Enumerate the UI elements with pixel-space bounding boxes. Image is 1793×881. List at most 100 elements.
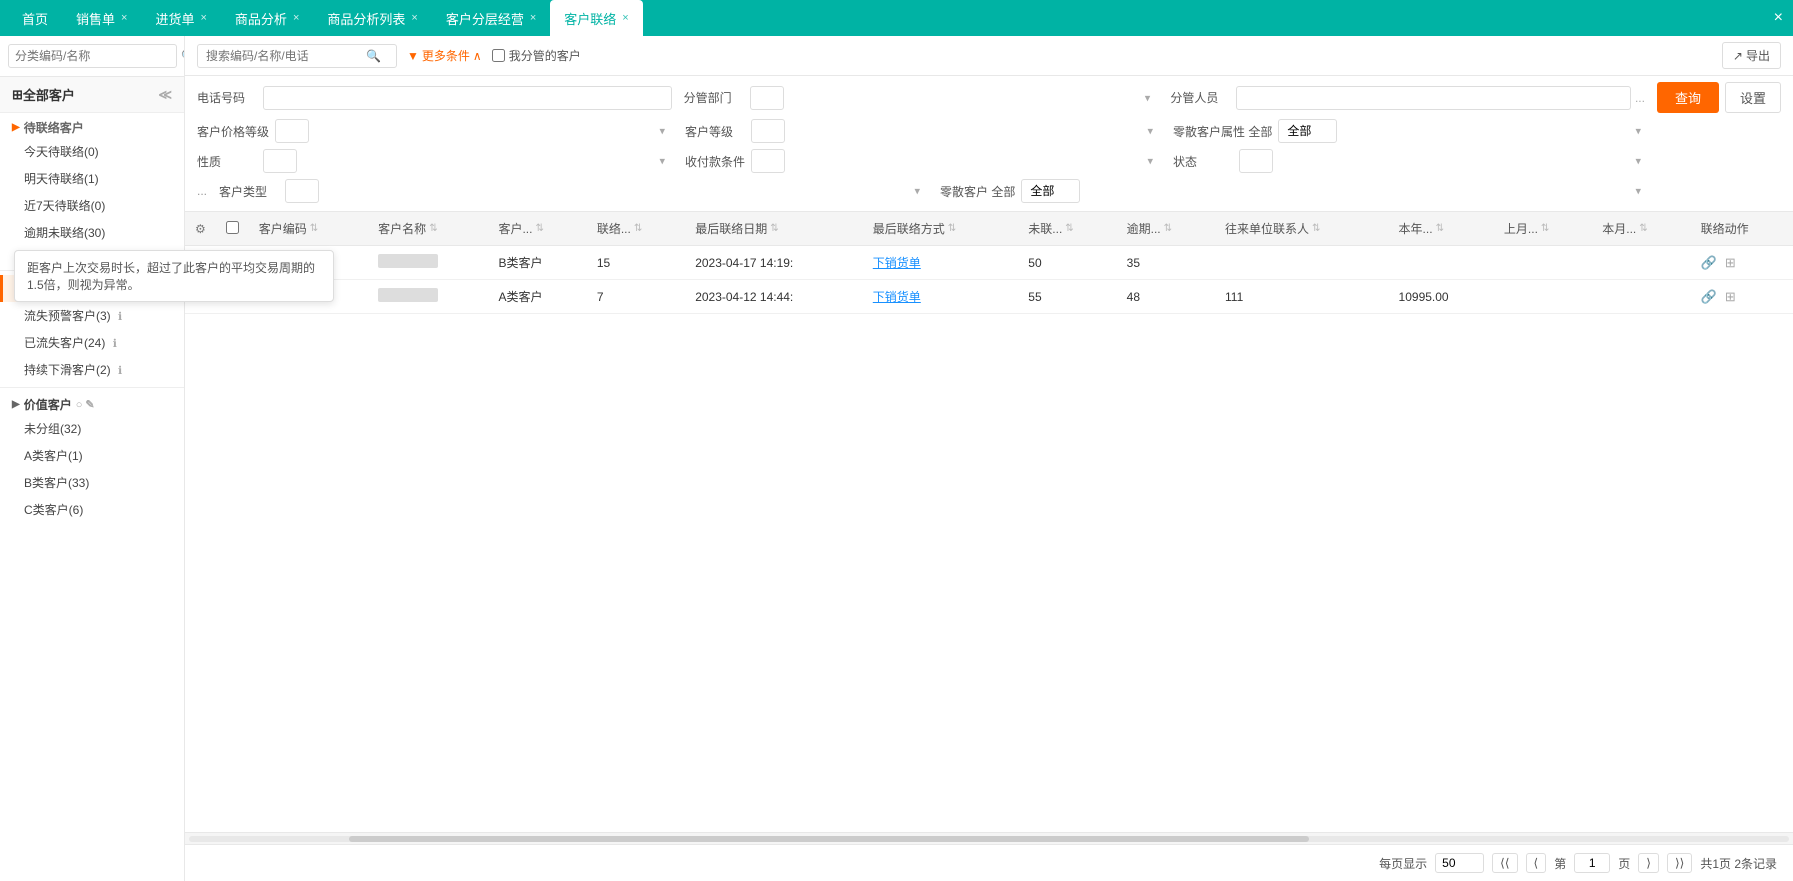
row2-grid-icon[interactable]: ⊞ bbox=[1725, 289, 1736, 305]
value-group-header[interactable]: ▶ 价值客户 ○ ✎ bbox=[0, 392, 184, 415]
select-all-checkbox[interactable] bbox=[226, 221, 239, 234]
table-col-last-date: 最后联络日期 ⇅ bbox=[685, 212, 863, 246]
my-customers-checkbox[interactable] bbox=[492, 49, 505, 62]
search-icon[interactable]: 🔍 bbox=[366, 49, 381, 63]
filter-row-3: 性质 收付款条件 状态 bbox=[197, 149, 1781, 173]
sidebar-item-churned[interactable]: 已流失客户(24) ℹ bbox=[0, 329, 184, 356]
row2-link-icon[interactable]: 🔗 bbox=[1701, 289, 1717, 305]
dept-select[interactable] bbox=[750, 86, 784, 110]
nav-customer-tier-close[interactable]: × bbox=[530, 12, 536, 24]
sort-last-date-icon[interactable]: ⇅ bbox=[770, 223, 778, 234]
sort-contact-person-icon[interactable]: ⇅ bbox=[1312, 223, 1320, 234]
row2-last-date: 2023-04-12 14:44: bbox=[685, 280, 863, 314]
manager-dots-icon[interactable]: ... bbox=[1635, 91, 1645, 105]
scrollbar-thumb[interactable] bbox=[349, 836, 1309, 842]
filter-action-buttons: 查询 设置 bbox=[1657, 82, 1781, 113]
nav-customer-contact[interactable]: 客户联络 × bbox=[550, 0, 642, 36]
row2-name-avatar bbox=[378, 288, 438, 302]
grid-icon: ⊞ bbox=[12, 87, 23, 103]
status-label: 状态 bbox=[1173, 153, 1233, 170]
sidebar-item-churn-warning[interactable]: 流失预警客户(3) ℹ bbox=[0, 302, 184, 329]
nav-product-analysis-list[interactable]: 商品分析列表 × bbox=[313, 0, 431, 36]
nav-customer-contact-close[interactable]: × bbox=[622, 12, 628, 24]
page-last-button[interactable]: ⟩⟩ bbox=[1667, 853, 1692, 873]
search-input[interactable] bbox=[206, 49, 366, 63]
more-conditions-button[interactable]: ▼ 更多条件 ∧ bbox=[407, 47, 482, 64]
sort-last-method-icon[interactable]: ⇅ bbox=[948, 223, 956, 234]
window-close-button[interactable]: × bbox=[1774, 9, 1783, 27]
row2-last-month bbox=[1494, 280, 1592, 314]
sidebar-item-overdue[interactable]: 逾期未联络(30) bbox=[0, 219, 184, 246]
price-level-select[interactable] bbox=[275, 119, 309, 143]
nav-product-analysis-list-close[interactable]: × bbox=[411, 12, 417, 24]
phone-input[interactable] bbox=[263, 86, 672, 110]
sidebar-item-tomorrow[interactable]: 明天待联络(1) bbox=[0, 165, 184, 192]
top-navigation: 首页 销售单 × 进货单 × 商品分析 × 商品分析列表 × 客户分层经营 × … bbox=[0, 0, 1793, 36]
page-prev-button[interactable]: ⟨ bbox=[1526, 853, 1547, 873]
manager-input[interactable] bbox=[1236, 86, 1631, 110]
nav-sales[interactable]: 销售单 × bbox=[62, 0, 141, 36]
query-button[interactable]: 查询 bbox=[1657, 82, 1719, 113]
pending-group-header[interactable]: ▶ 待联络客户 bbox=[0, 113, 184, 138]
row1-last-method[interactable]: 下销货单 bbox=[863, 246, 1019, 280]
all-customers-header[interactable]: ⊞ 全部客户 ≪ bbox=[0, 77, 184, 113]
nav-home[interactable]: 首页 bbox=[8, 0, 62, 36]
sort-last-month-icon[interactable]: ⇅ bbox=[1541, 223, 1549, 234]
retail-customer-label: 零散客户 全部 bbox=[940, 183, 1015, 200]
value-group-edit-icon[interactable]: ○ ✎ bbox=[76, 398, 95, 411]
sidebar-search-input[interactable] bbox=[8, 44, 177, 68]
row2-last-method[interactable]: 下销货单 bbox=[863, 280, 1019, 314]
retail-customer-select[interactable]: 全部 bbox=[1021, 179, 1080, 203]
sidebar-item-b-class[interactable]: B类客户(33) bbox=[0, 469, 184, 496]
sort-unlinked-icon[interactable]: ⇅ bbox=[1065, 223, 1073, 234]
sort-this-month-icon[interactable]: ⇅ bbox=[1639, 223, 1647, 234]
sort-overdue-icon[interactable]: ⇅ bbox=[1164, 223, 1172, 234]
sort-contact-icon[interactable]: ⇅ bbox=[634, 223, 642, 234]
nav-product-analysis[interactable]: 商品分析 × bbox=[221, 0, 313, 36]
nav-sales-close[interactable]: × bbox=[121, 12, 127, 24]
per-page-label: 每页显示 bbox=[1379, 855, 1427, 872]
filter-bar: 🔍 ▼ 更多条件 ∧ 我分管的客户 ↗ 导出 bbox=[185, 36, 1793, 76]
sidebar-item-unclassified[interactable]: 未分组(32) bbox=[0, 415, 184, 442]
page-first-button[interactable]: ⟨⟨ bbox=[1492, 853, 1517, 873]
sort-this-year-icon[interactable]: ⇅ bbox=[1436, 223, 1444, 234]
row2-overdue: 48 bbox=[1117, 280, 1215, 314]
per-page-select[interactable]: 50 100 200 bbox=[1435, 853, 1484, 873]
sidebar-item-c-class[interactable]: C类客户(6) bbox=[0, 496, 184, 523]
setting-button[interactable]: 设置 bbox=[1725, 82, 1781, 113]
page-number-input[interactable] bbox=[1574, 853, 1610, 873]
payment-select[interactable] bbox=[751, 149, 785, 173]
table-scroll[interactable]: ⚙ 客户编码 ⇅ bbox=[185, 212, 1793, 832]
sidebar-item-today[interactable]: 今天待联络(0) bbox=[0, 138, 184, 165]
nav-customer-tier[interactable]: 客户分层经营 × bbox=[432, 0, 550, 36]
page-label: 第 bbox=[1554, 855, 1566, 872]
status-select[interactable] bbox=[1239, 149, 1273, 173]
row1-link-icon[interactable]: 🔗 bbox=[1701, 255, 1717, 271]
page-next-button[interactable]: ⟩ bbox=[1638, 853, 1659, 873]
horizontal-scrollbar[interactable] bbox=[185, 832, 1793, 844]
nav-purchase[interactable]: 进货单 × bbox=[141, 0, 220, 36]
sort-name-icon[interactable]: ⇅ bbox=[429, 223, 437, 234]
retail-attr-select[interactable]: 全部 bbox=[1278, 119, 1337, 143]
row2-this-month bbox=[1592, 280, 1690, 314]
collapse-icon[interactable]: ≪ bbox=[158, 87, 172, 103]
my-customers-checkbox-label[interactable]: 我分管的客户 bbox=[492, 47, 581, 64]
nav-purchase-close[interactable]: × bbox=[200, 12, 206, 24]
row1-grid-icon[interactable]: ⊞ bbox=[1725, 255, 1736, 271]
filter-icon: ▼ bbox=[407, 49, 419, 63]
customer-type-select[interactable] bbox=[285, 179, 319, 203]
table-settings-col[interactable]: ⚙ bbox=[185, 212, 216, 246]
sort-type-icon[interactable]: ⇅ bbox=[535, 223, 543, 234]
customer-level-select[interactable] bbox=[751, 119, 785, 143]
sidebar-item-a-class[interactable]: A类客户(1) bbox=[0, 442, 184, 469]
sidebar-item-declining[interactable]: 持续下滑客户(2) ℹ bbox=[0, 356, 184, 383]
customer-table: ⚙ 客户编码 ⇅ bbox=[185, 212, 1793, 314]
all-customers-label: 全部客户 bbox=[23, 85, 75, 104]
export-button[interactable]: ↗ 导出 bbox=[1722, 42, 1781, 69]
filter-more-dots[interactable]: ... bbox=[197, 184, 207, 198]
nav-product-analysis-close[interactable]: × bbox=[293, 12, 299, 24]
sort-code-icon[interactable]: ⇅ bbox=[310, 223, 318, 234]
sidebar-item-7days[interactable]: 近7天待联络(0) bbox=[0, 192, 184, 219]
table-col-code: 客户编码 ⇅ bbox=[249, 212, 368, 246]
nature-select[interactable] bbox=[263, 149, 297, 173]
